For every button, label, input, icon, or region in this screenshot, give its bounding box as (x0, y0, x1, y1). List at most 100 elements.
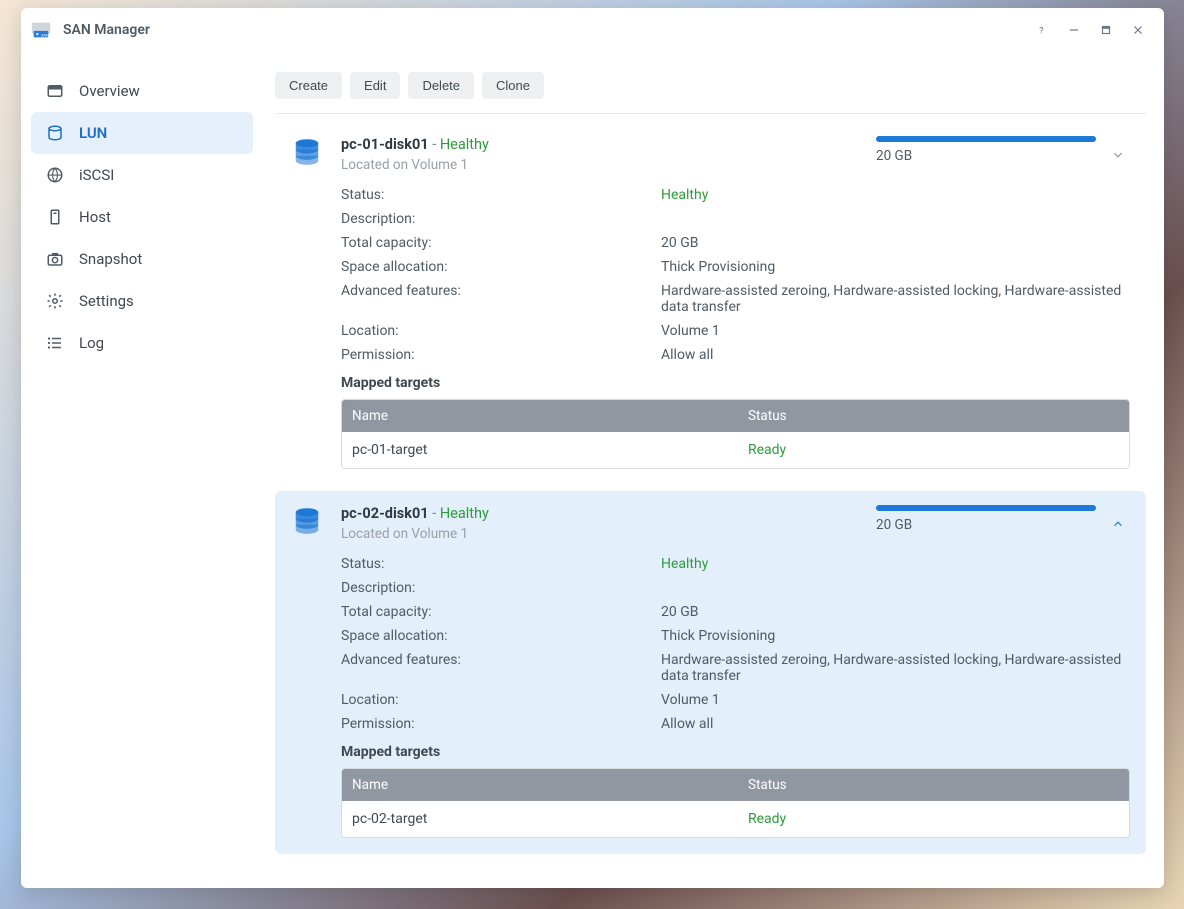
lun-card[interactable]: pc-01-disk01 - Healthy Located on Volume… (275, 122, 1146, 485)
progress-bar (876, 505, 1096, 511)
label-total-capacity: Total capacity: (341, 235, 661, 251)
lun-header: pc-01-disk01 - Healthy Located on Volume… (291, 132, 1130, 183)
value-description (661, 580, 1130, 596)
lun-title: pc-01-disk01 - Healthy (341, 136, 856, 153)
label-description: Description: (341, 580, 661, 596)
value-description (661, 211, 1130, 227)
label-space-allocation: Space allocation: (341, 628, 661, 644)
lun-health: Healthy (440, 505, 489, 522)
label-location: Location: (341, 323, 661, 339)
value-permission: Allow all (661, 716, 1130, 732)
svg-text:SAN: SAN (41, 33, 49, 37)
table-row[interactable]: pc-01-target Ready (342, 432, 1129, 468)
lun-title: pc-02-disk01 - Healthy (341, 505, 856, 522)
sidebar-item-settings[interactable]: Settings (31, 280, 253, 322)
sidebar-item-iscsi[interactable]: iSCSI (31, 154, 253, 196)
sidebar: Overview LUN iSCSI Host Snapshot Setting… (21, 52, 263, 888)
sidebar-item-label: Log (79, 334, 104, 352)
main-content: Create Edit Delete Clone pc-01-disk01 - … (263, 52, 1164, 888)
col-header-name[interactable]: Name (342, 400, 738, 432)
sidebar-item-snapshot[interactable]: Snapshot (31, 238, 253, 280)
sidebar-item-label: Overview (79, 82, 140, 100)
col-header-status[interactable]: Status (738, 400, 1129, 432)
value-advanced-features: Hardware-assisted zeroing, Hardware-assi… (661, 652, 1130, 684)
label-location: Location: (341, 692, 661, 708)
globe-icon (45, 165, 65, 185)
mapped-targets-heading: Mapped targets (341, 375, 1130, 391)
sidebar-item-overview[interactable]: Overview (31, 70, 253, 112)
lun-size: 20 GB (876, 148, 1096, 164)
value-space-allocation: Thick Provisioning (661, 628, 1130, 644)
table-row[interactable]: pc-02-target Ready (342, 801, 1129, 837)
host-icon (45, 207, 65, 227)
mapped-targets-table: Name Status pc-01-target Ready (341, 399, 1130, 469)
sidebar-item-lun[interactable]: LUN (31, 112, 253, 154)
sidebar-item-label: Snapshot (79, 250, 142, 268)
gear-icon (45, 291, 65, 311)
maximize-button[interactable] (1090, 14, 1122, 46)
create-button[interactable]: Create (275, 72, 342, 99)
toolbar: Create Edit Delete Clone (275, 72, 1146, 114)
label-permission: Permission: (341, 716, 661, 732)
clone-button[interactable]: Clone (482, 72, 544, 99)
label-status: Status: (341, 556, 661, 572)
label-total-capacity: Total capacity: (341, 604, 661, 620)
label-description: Description: (341, 211, 661, 227)
sidebar-item-log[interactable]: Log (31, 322, 253, 364)
san-manager-window: SAN SAN Manager ? Overview LUN iSCSI H (21, 8, 1164, 888)
value-status: Healthy (661, 556, 1130, 572)
value-total-capacity: 20 GB (661, 235, 1130, 251)
label-advanced-features: Advanced features: (341, 652, 661, 684)
database-icon (291, 136, 323, 168)
sidebar-item-label: LUN (79, 124, 107, 142)
svg-text:?: ? (1039, 25, 1044, 36)
chevron-down-icon[interactable] (1106, 148, 1130, 162)
target-name: pc-01-target (342, 432, 738, 468)
lun-details: Status:Healthy Description: Total capaci… (291, 183, 1130, 469)
sidebar-item-label: iSCSI (79, 166, 114, 184)
mapped-targets-table: Name Status pc-02-target Ready (341, 768, 1130, 838)
lun-location-sub: Located on Volume 1 (341, 157, 856, 173)
value-permission: Allow all (661, 347, 1130, 363)
sidebar-item-label: Host (79, 208, 111, 226)
progress-bar (876, 136, 1096, 142)
camera-icon (45, 249, 65, 269)
value-total-capacity: 20 GB (661, 604, 1130, 620)
app-icon: SAN (29, 18, 53, 42)
label-status: Status: (341, 187, 661, 203)
lun-card[interactable]: pc-02-disk01 - Healthy Located on Volume… (275, 491, 1146, 854)
label-space-allocation: Space allocation: (341, 259, 661, 275)
value-space-allocation: Thick Provisioning (661, 259, 1130, 275)
lun-header: pc-02-disk01 - Healthy Located on Volume… (291, 501, 1130, 552)
lun-details: Status:Healthy Description: Total capaci… (291, 552, 1130, 838)
app-title: SAN Manager (63, 22, 150, 38)
close-button[interactable] (1122, 14, 1154, 46)
value-location: Volume 1 (661, 323, 1130, 339)
lun-icon (45, 123, 65, 143)
sidebar-item-label: Settings (79, 292, 134, 310)
target-name: pc-02-target (342, 801, 738, 837)
minimize-button[interactable] (1058, 14, 1090, 46)
col-header-name[interactable]: Name (342, 769, 738, 801)
chevron-up-icon[interactable] (1106, 517, 1130, 531)
edit-button[interactable]: Edit (350, 72, 400, 99)
delete-button[interactable]: Delete (408, 72, 474, 99)
value-location: Volume 1 (661, 692, 1130, 708)
help-button[interactable]: ? (1026, 14, 1058, 46)
value-status: Healthy (661, 187, 1130, 203)
sidebar-item-host[interactable]: Host (31, 196, 253, 238)
overview-icon (45, 81, 65, 101)
lun-name: pc-01-disk01 (341, 136, 429, 153)
label-advanced-features: Advanced features: (341, 283, 661, 315)
titlebar: SAN SAN Manager ? (21, 8, 1164, 52)
target-status: Ready (738, 432, 1129, 468)
target-status: Ready (738, 801, 1129, 837)
col-header-status[interactable]: Status (738, 769, 1129, 801)
lun-location-sub: Located on Volume 1 (341, 526, 856, 542)
lun-health: Healthy (440, 136, 489, 153)
lun-name: pc-02-disk01 (341, 505, 429, 522)
list-icon (45, 333, 65, 353)
mapped-targets-heading: Mapped targets (341, 744, 1130, 760)
lun-size: 20 GB (876, 517, 1096, 533)
database-icon (291, 505, 323, 537)
